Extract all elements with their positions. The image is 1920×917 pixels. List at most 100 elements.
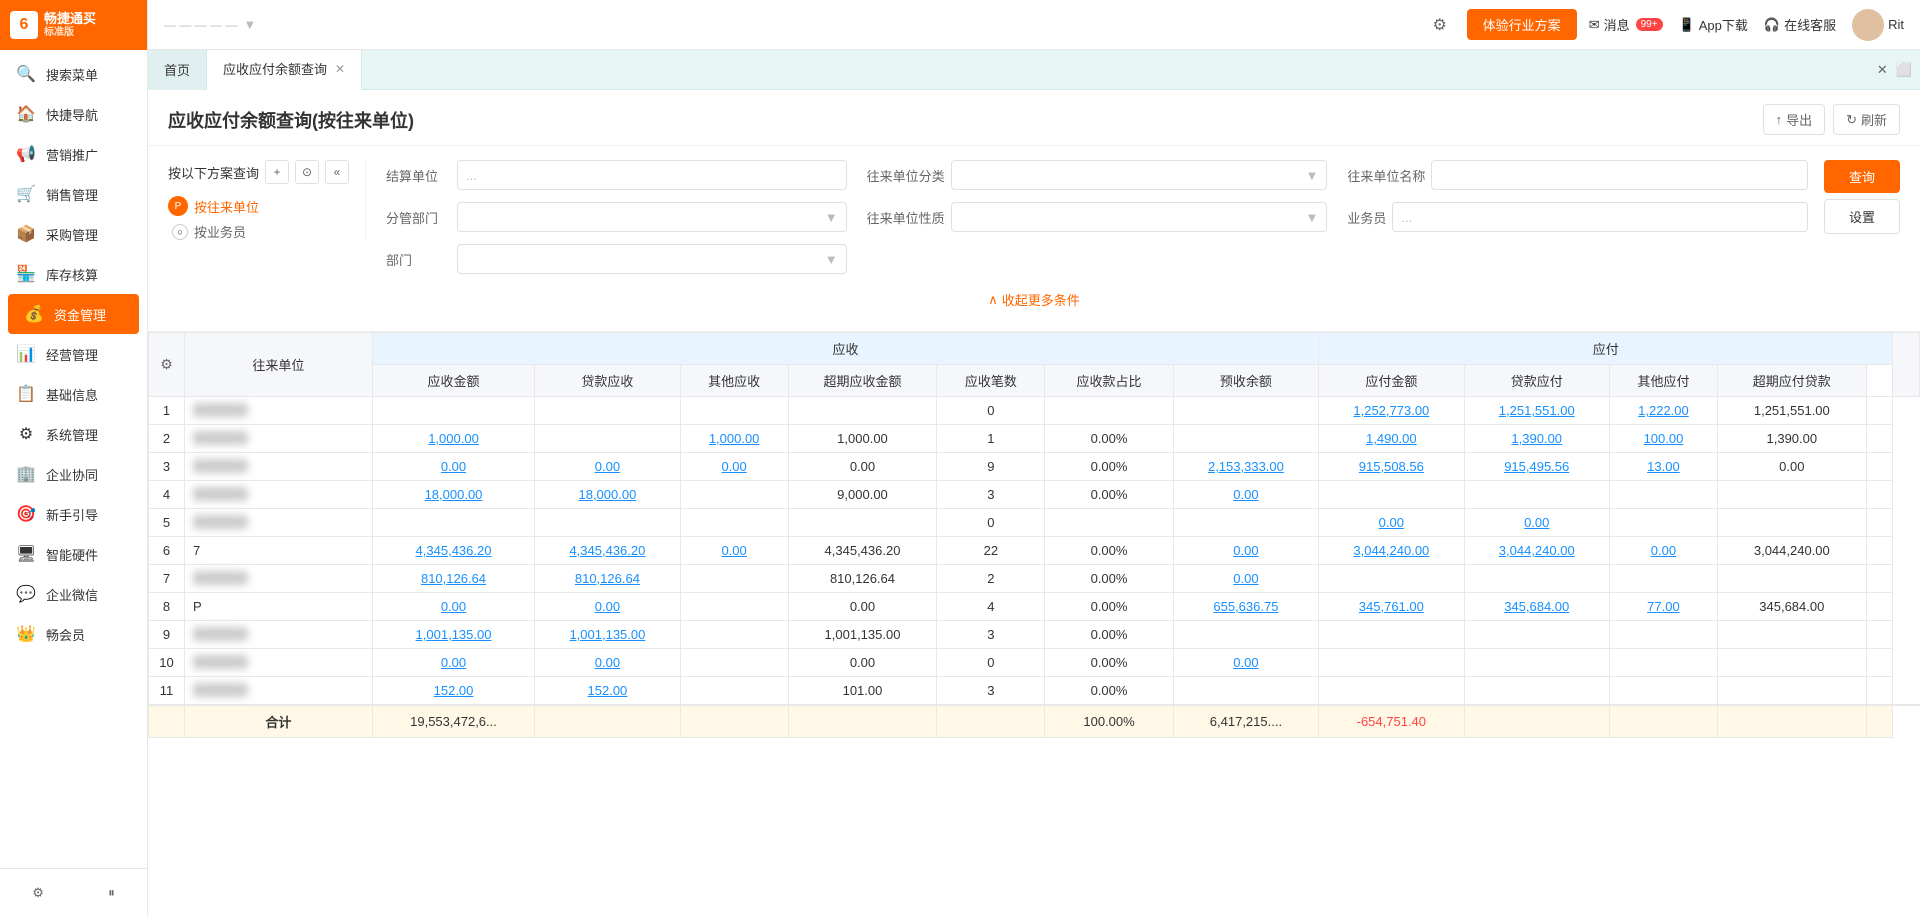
filter-settings-btn[interactable]: ⊙ (295, 160, 319, 184)
data-cell[interactable]: 2,153,333.00 (1173, 453, 1318, 481)
data-cell[interactable]: 1,000.00 (680, 425, 788, 453)
input-dept2[interactable]: ▼ (457, 244, 847, 274)
data-cell[interactable]: 0.00 (1173, 481, 1318, 509)
data-cell[interactable]: 77.00 (1609, 593, 1717, 621)
user-profile[interactable]: Rit (1852, 9, 1904, 41)
data-cell[interactable]: 18,000.00 (535, 481, 680, 509)
sidebar-item-member[interactable]: 👑 畅会员 (0, 614, 147, 654)
sidebar-item-quick[interactable]: 🏠 快捷导航 (0, 94, 147, 134)
data-cell[interactable] (680, 509, 788, 537)
data-cell[interactable] (680, 397, 788, 425)
data-cell[interactable] (1464, 649, 1609, 677)
data-cell[interactable]: 152.00 (372, 677, 534, 706)
data-cell[interactable]: 4,345,436.20 (535, 537, 680, 565)
data-cell[interactable]: 345,684.00 (1464, 593, 1609, 621)
data-cell[interactable]: 1,390.00 (1464, 425, 1609, 453)
data-cell[interactable]: 100.00 (1609, 425, 1717, 453)
data-cell[interactable]: 0.00 (535, 593, 680, 621)
data-cell[interactable]: 1,490.00 (1319, 425, 1464, 453)
data-cell[interactable] (1464, 565, 1609, 593)
data-cell[interactable]: 152.00 (535, 677, 680, 706)
data-cell[interactable] (372, 397, 534, 425)
sidebar-item-wechat[interactable]: 💬 企业微信 (0, 574, 147, 614)
export-button[interactable]: ↑ 导出 (1763, 104, 1826, 135)
data-cell[interactable] (1609, 649, 1717, 677)
data-cell[interactable]: 0.00 (1319, 509, 1464, 537)
input-partner-nature[interactable]: ▼ (951, 202, 1328, 232)
data-cell[interactable] (1173, 677, 1318, 706)
data-cell[interactable] (680, 621, 788, 649)
data-cell[interactable] (1319, 621, 1464, 649)
data-cell[interactable]: 0.00 (1173, 649, 1318, 677)
data-cell[interactable]: 4,345,436.20 (372, 537, 534, 565)
sidebar-item-basic[interactable]: 📋 基础信息 (0, 374, 147, 414)
sidebar-item-hardware[interactable]: 🖥 智能硬件 (0, 534, 147, 574)
data-cell[interactable]: 810,126.64 (372, 565, 534, 593)
sidebar-item-purchase[interactable]: 📦 采购管理 (0, 214, 147, 254)
data-cell[interactable]: 915,508.56 (1319, 453, 1464, 481)
data-cell[interactable]: 0.00 (1173, 565, 1318, 593)
sidebar-settings-btn[interactable]: ⚙ (22, 879, 54, 907)
data-cell[interactable] (680, 649, 788, 677)
data-cell[interactable]: 655,636.75 (1173, 593, 1318, 621)
data-cell[interactable] (1319, 565, 1464, 593)
scheme-by-salesperson[interactable]: ○ 按业务员 (168, 222, 349, 241)
input-salesperson[interactable]: ... (1392, 202, 1808, 232)
sidebar-item-enterprise[interactable]: 🏢 企业协同 (0, 454, 147, 494)
settings-query-button[interactable]: 设置 (1824, 199, 1900, 234)
tab-home[interactable]: 首页 (148, 50, 207, 90)
data-cell[interactable]: 0.00 (372, 593, 534, 621)
sidebar-item-inventory[interactable]: 🏪 库存核算 (0, 254, 147, 294)
app-download-button[interactable]: 📱 App下载 (1679, 15, 1748, 34)
tab-close-button[interactable]: ✕ (335, 62, 345, 76)
data-cell[interactable]: 3,044,240.00 (1319, 537, 1464, 565)
data-cell[interactable] (1609, 621, 1717, 649)
sidebar-item-operation[interactable]: 📊 经营管理 (0, 334, 147, 374)
header-settings-button[interactable]: ⚙ (1425, 10, 1455, 40)
data-cell[interactable] (535, 425, 680, 453)
sidebar-collapse-btn[interactable]: ⏸ (98, 879, 125, 907)
data-cell[interactable] (1464, 677, 1609, 706)
data-cell[interactable] (680, 565, 788, 593)
query-button[interactable]: 查询 (1824, 160, 1900, 193)
data-cell[interactable]: 1,222.00 (1609, 397, 1717, 425)
trial-button[interactable]: 体验行业方案 (1467, 9, 1577, 40)
data-cell[interactable]: 810,126.64 (535, 565, 680, 593)
data-cell[interactable]: 1,000.00 (372, 425, 534, 453)
input-partner-category[interactable]: ▼ (951, 160, 1328, 190)
data-cell[interactable]: 18,000.00 (372, 481, 534, 509)
data-cell[interactable] (1173, 425, 1318, 453)
data-cell[interactable] (372, 509, 534, 537)
sidebar-item-finance[interactable]: 💰 资金管理 (8, 294, 139, 334)
data-cell[interactable] (680, 593, 788, 621)
messages-button[interactable]: ✉ 消息 99+ (1589, 15, 1663, 34)
sidebar-item-search[interactable]: 🔍 搜索菜单 (0, 54, 147, 94)
data-cell[interactable]: 0.00 (1173, 537, 1318, 565)
data-cell[interactable]: 13.00 (1609, 453, 1717, 481)
data-cell[interactable]: 1,252,773.00 (1319, 397, 1464, 425)
data-cell[interactable] (1464, 481, 1609, 509)
data-cell[interactable]: 345,761.00 (1319, 593, 1464, 621)
data-cell[interactable] (1173, 397, 1318, 425)
data-cell[interactable] (1609, 565, 1717, 593)
data-cell[interactable] (680, 481, 788, 509)
data-cell[interactable]: 0.00 (535, 453, 680, 481)
data-cell[interactable] (535, 509, 680, 537)
data-cell[interactable]: 915,495.56 (1464, 453, 1609, 481)
data-cell[interactable]: 0.00 (535, 649, 680, 677)
table-settings-icon[interactable]: ⚙ (160, 356, 173, 372)
data-cell[interactable]: 1,251,551.00 (1464, 397, 1609, 425)
data-cell[interactable] (1319, 649, 1464, 677)
filter-collapse-btn[interactable]: « (325, 160, 349, 184)
data-cell[interactable]: 3,044,240.00 (1464, 537, 1609, 565)
input-partner-name[interactable] (1431, 160, 1808, 190)
data-cell[interactable]: 0.00 (1464, 509, 1609, 537)
input-department[interactable]: ▼ (457, 202, 847, 232)
data-cell[interactable] (535, 397, 680, 425)
data-cell[interactable]: 0.00 (680, 537, 788, 565)
close-window-icon[interactable]: ✕ (1877, 62, 1888, 78)
data-cell[interactable]: 0.00 (372, 649, 534, 677)
expand-window-icon[interactable]: ⬜ (1896, 62, 1912, 78)
data-cell[interactable] (1173, 509, 1318, 537)
data-cell[interactable] (1609, 509, 1717, 537)
